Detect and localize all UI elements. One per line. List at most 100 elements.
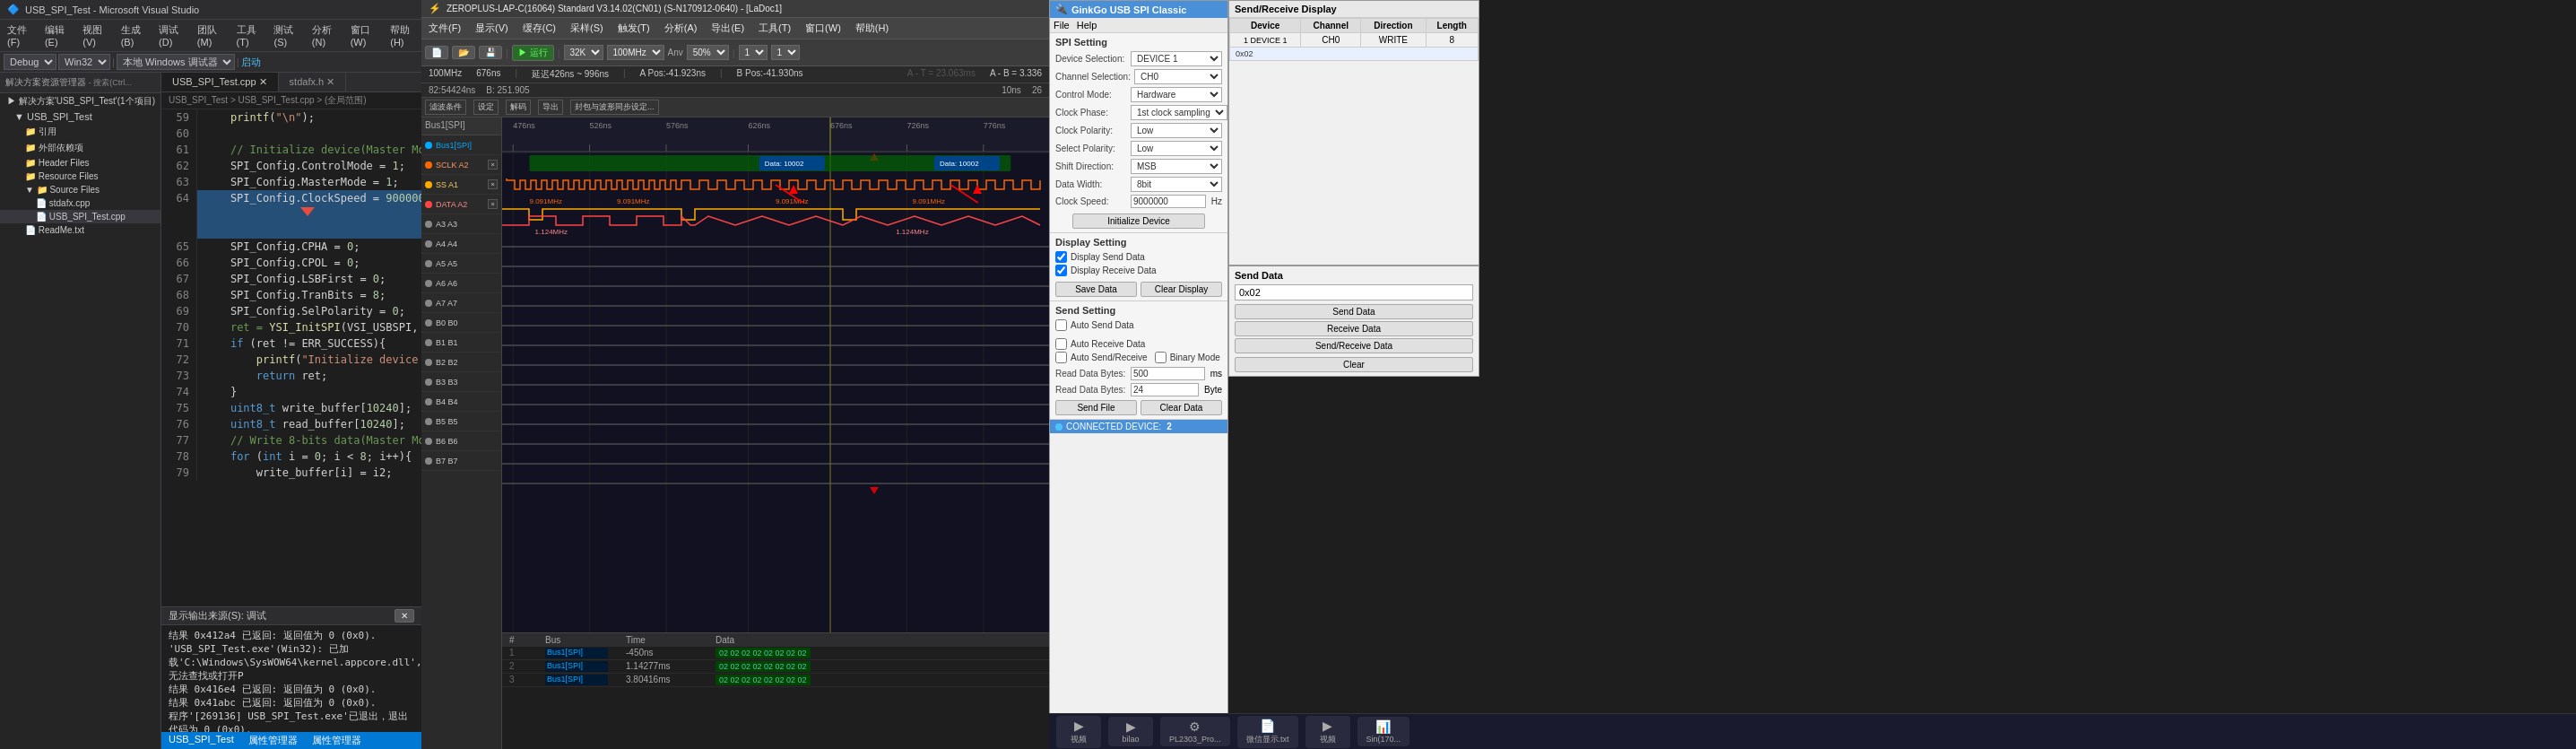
la-ratio-select[interactable]: 50% [687, 45, 729, 60]
spi-clear-display-btn[interactable]: Clear Display [1141, 282, 1222, 297]
la-sync-btn[interactable]: 封包与波形同步设定... [570, 100, 659, 115]
la-channel-count: 26 [1032, 85, 1042, 95]
la-sclk-hide[interactable]: × [488, 160, 498, 170]
la-filter-btn[interactable]: 滤波条件 [425, 100, 466, 115]
la-new-btn[interactable]: 📄 [425, 46, 448, 59]
spi-receive-btn[interactable]: Receive Data [1235, 321, 1473, 336]
vs-spi-test-item[interactable]: 📄 USB_SPI_Test.cpp [0, 210, 160, 223]
vs-tab-stdafx[interactable]: stdafx.h ✕ [279, 73, 347, 91]
la-menu-export[interactable]: 导出(E) [707, 20, 748, 37]
vs-solution-item[interactable]: ▶ 解决方案'USB_SPI_Test'(1个项目) [0, 93, 160, 109]
vs-menu-test[interactable]: 测试(S) [270, 22, 300, 49]
spi-clock-phase-select[interactable]: 1st clock sampling [1131, 105, 1227, 120]
spi-menu-help[interactable]: Help [1077, 20, 1097, 30]
taskbar-item-pl2303[interactable]: ⚙ PL2303_Pro... [1160, 717, 1230, 746]
spi-menu-file[interactable]: File [1054, 20, 1070, 30]
vs-debug-select[interactable]: Debug [4, 54, 56, 70]
taskbar-item-sin[interactable]: 📊 Sin(170... [1357, 717, 1410, 746]
la-save-btn[interactable]: 💾 [479, 46, 502, 59]
clear-btn[interactable]: Clear [1235, 357, 1473, 372]
vs-project-item[interactable]: ▼ USB_SPI_Test [0, 109, 160, 124]
spi-display-send-checkbox[interactable] [1055, 251, 1067, 263]
vs-menu-view[interactable]: 视图(V) [79, 22, 109, 49]
vs-header-files-item[interactable]: 📁 Header Files [0, 156, 160, 170]
la-menu-buffer[interactable]: 缓存(C) [519, 20, 559, 37]
la-export-btn[interactable]: 导出 [538, 100, 563, 115]
vs-source-files-item[interactable]: ▼ 📁 Source Files [0, 183, 160, 196]
vs-menu-analyze[interactable]: 分析(N) [308, 22, 340, 49]
vs-menu-help[interactable]: 帮助(H) [386, 22, 418, 49]
la-menu-trigger[interactable]: 触发(T) [614, 20, 654, 37]
spi-save-data-btn[interactable]: Save Data [1055, 282, 1137, 297]
la-decode-row-1[interactable]: 1 Bus1[SPI] -450ns 02 02 02 02 02 02 02 … [502, 647, 1049, 660]
la-config-btn[interactable]: 设定 [473, 100, 499, 115]
spi-clock-speed-input[interactable] [1131, 195, 1206, 208]
spi-send-file-btn[interactable]: Send File [1055, 400, 1137, 415]
spi-auto-receive-checkbox[interactable] [1055, 338, 1067, 350]
la-decode-row-2[interactable]: 2 Bus1[SPI] 1.14277ms 02 02 02 02 02 02 … [502, 660, 1049, 674]
spi-window: 🔌 GinkGo USB SPI Classic File Help SPI S… [1049, 0, 1228, 749]
la-ss-hide[interactable]: × [488, 179, 498, 189]
vs-code-editor[interactable]: 59 printf("\n"); 60 61 // Initialize dev… [161, 109, 421, 606]
vs-menu-tools[interactable]: 工具(T) [233, 22, 264, 49]
vs-menu-debug[interactable]: 调试(D) [155, 22, 186, 49]
vs-output-clear-btn[interactable]: ✕ [395, 609, 414, 623]
spi-init-btn[interactable]: Initialize Device [1072, 213, 1206, 229]
spi-title: GinkGo USB SPI Classic [1071, 4, 1186, 15]
la-menu-analyze[interactable]: 分析(A) [661, 20, 701, 37]
vs-references-item[interactable]: 📁 引用 [0, 124, 160, 140]
vs-target-select[interactable]: 本地 Windows 调试器 [117, 54, 235, 70]
spi-binary-checkbox[interactable] [1155, 352, 1167, 363]
taskbar-pl2303-icon: ⚙ [1189, 719, 1201, 734]
taskbar-item-video1[interactable]: ▶ 视频 [1056, 716, 1101, 748]
vs-stdafx-item[interactable]: 📄 stdafx.cpp [0, 196, 160, 210]
la-open-btn[interactable]: 📂 [452, 46, 475, 59]
la-menu-sample[interactable]: 采样(S) [567, 20, 607, 37]
la-zoom-select[interactable]: 1 [771, 45, 800, 60]
la-menu-view[interactable]: 显示(V) [472, 20, 512, 37]
la-menu-window[interactable]: 窗口(W) [802, 20, 845, 37]
la-menu-file[interactable]: 文件(F) [425, 20, 464, 37]
spi-read-bytes2-input[interactable] [1131, 383, 1199, 396]
la-data-hide[interactable]: × [488, 199, 498, 209]
spi-clear-data-btn[interactable]: Clear Data [1141, 400, 1222, 415]
vs-menu-build[interactable]: 生成(B) [117, 22, 148, 49]
la-memory-select[interactable]: 32K [564, 45, 603, 60]
sr-table-row-1[interactable]: 1 DEVICE 1 CH0 WRITE 8 [1230, 33, 1479, 48]
spi-auto-sr-checkbox[interactable] [1055, 352, 1067, 363]
la-ch-select[interactable]: 1 [739, 45, 768, 60]
la-menu-tools[interactable]: 工具(T) [755, 20, 794, 37]
spi-read-bytes2-label: Read Data Bytes: [1055, 385, 1127, 395]
la-menu-help[interactable]: 帮助(H) [852, 20, 892, 37]
spi-auto-send-row: Auto Send Data [1055, 319, 1134, 331]
spi-send-btn[interactable]: Send Data [1235, 304, 1473, 319]
la-decode-btn[interactable]: 解码 [506, 100, 531, 115]
spi-clock-polarity-select[interactable]: Low [1131, 123, 1222, 138]
spi-send-checkboxes: Auto Send Data Auto Receive Data [1055, 319, 1222, 350]
la-run-btn[interactable]: ▶ 运行 [512, 45, 554, 61]
vs-platform-select[interactable]: Win32 [58, 54, 110, 70]
vs-extern-deps-item[interactable]: 📁 外部依赖项 [0, 140, 160, 156]
spi-shift-dir-select[interactable]: MSB [1131, 159, 1222, 174]
spi-auto-send-checkbox[interactable] [1055, 319, 1067, 331]
taskbar-item-video2[interactable]: ▶ 视频 [1305, 716, 1350, 748]
spi-select-polarity-select[interactable]: Low [1131, 141, 1222, 156]
spi-send-receive-btn[interactable]: Send/Receive Data [1235, 338, 1473, 353]
taskbar-item-bilao[interactable]: ▶ bilao [1108, 717, 1153, 746]
vs-menu-file[interactable]: 文件(F) [4, 22, 34, 49]
spi-display-receive-checkbox[interactable] [1055, 265, 1067, 276]
la-freq-select[interactable]: 100MHz [607, 45, 664, 60]
spi-data-width-select[interactable]: 8bit [1131, 177, 1222, 192]
vs-readme-item[interactable]: 📄 ReadMe.txt [0, 223, 160, 237]
spi-device-select[interactable]: DEVICE 1 [1131, 51, 1222, 66]
vs-resource-files-item[interactable]: 📁 Resource Files [0, 170, 160, 183]
taskbar-item-weixin[interactable]: 📄 微信显示.txt [1237, 716, 1298, 748]
spi-control-select[interactable]: Hardware [1131, 87, 1222, 102]
vs-menu-team[interactable]: 团队(M) [194, 22, 226, 49]
la-decode-row-3[interactable]: 3 Bus1[SPI] 3.80416ms 02 02 02 02 02 02 … [502, 674, 1049, 687]
vs-menu-window[interactable]: 窗口(W) [347, 22, 380, 49]
spi-channel-select[interactable]: CH0 [1134, 69, 1222, 84]
vs-tab-spi[interactable]: USB_SPI_Test.cpp ✕ [161, 73, 279, 91]
spi-read-bytes-input[interactable] [1131, 367, 1205, 380]
vs-menu-edit[interactable]: 编辑(E) [41, 22, 72, 49]
